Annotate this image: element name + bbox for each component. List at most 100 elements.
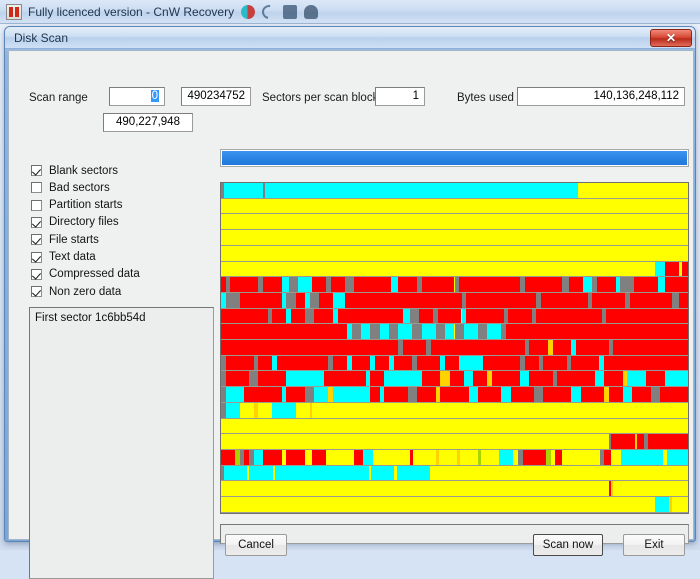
disk-map-row — [221, 497, 688, 513]
close-icon[interactable]: ✕ — [650, 29, 692, 47]
disk-map-segment — [221, 261, 656, 277]
disk-map-segment — [221, 418, 688, 434]
scan-range-total-input[interactable]: 490,227,948 — [103, 113, 193, 132]
scan-range-start-input[interactable]: 0 — [109, 87, 165, 106]
disk-map-row — [221, 245, 688, 262]
checkbox-icon[interactable] — [31, 286, 42, 298]
disk-map-segment — [571, 355, 600, 371]
cancel-button[interactable]: Cancel — [225, 534, 287, 556]
checkbox-icon[interactable] — [31, 251, 42, 263]
disk-map-segment — [429, 465, 688, 481]
disk-map-segment — [319, 292, 334, 308]
disk-map-segment — [438, 449, 458, 465]
disk-map-segment — [463, 324, 478, 340]
option-row-compressed-data[interactable]: Compressed data — [31, 267, 140, 282]
option-row-blank-sectors[interactable]: Blank sectors — [31, 163, 118, 178]
disk-map-segment — [622, 387, 632, 402]
option-row-file-starts[interactable]: File starts — [31, 232, 99, 247]
disk-map-segment — [379, 324, 390, 340]
color-circle-icon[interactable] — [241, 4, 256, 19]
option-row-bad-sectors[interactable]: Bad sectors — [31, 180, 110, 195]
exit-button[interactable]: Exit — [623, 534, 685, 556]
disk-map-segment — [473, 371, 488, 387]
checkbox-icon[interactable] — [31, 199, 42, 211]
disk-map-segment — [417, 387, 436, 402]
scan-range-end-input[interactable]: 490234752 — [181, 87, 251, 106]
disk-map-segment — [225, 371, 249, 387]
disk-map-segment — [529, 371, 553, 387]
sectors-per-block-input[interactable]: 1 — [375, 87, 425, 106]
disk-map-segment — [655, 261, 665, 277]
checkbox-icon[interactable] — [31, 268, 42, 280]
disk-map-segment — [419, 308, 434, 324]
disk-map-segment — [258, 355, 273, 371]
scan-range-label: Scan range — [29, 92, 88, 104]
disk-map-segment — [671, 497, 688, 512]
disk-map-segment — [389, 324, 399, 340]
disk-map-row — [221, 324, 688, 341]
disk-map-segment — [562, 449, 600, 465]
option-row-directory-files[interactable]: Directory files — [31, 215, 119, 230]
disk-map-segment — [421, 371, 441, 387]
disk-map-segment — [613, 340, 688, 355]
disk-map-segment — [681, 261, 688, 277]
undo-icon[interactable] — [259, 1, 279, 22]
disk-map-segment — [678, 292, 688, 308]
disk-map-segment — [351, 324, 362, 340]
disk-map-segment — [298, 277, 313, 292]
disk-map-segment — [312, 402, 688, 418]
option-row-text-data[interactable]: Text data — [31, 250, 96, 265]
disk-map-segment — [397, 465, 430, 481]
disk-map-segment — [561, 277, 569, 292]
disk-map-segment — [263, 449, 282, 465]
disk-map-segment — [596, 277, 616, 292]
disk-map-segment — [305, 449, 313, 465]
disk-map-segment — [552, 340, 572, 355]
checkbox-icon[interactable] — [31, 234, 42, 246]
bytes-used-input[interactable]: 140,136,248,112 — [517, 87, 685, 106]
disk-map-segment — [421, 277, 455, 292]
disk-map-segment — [221, 308, 268, 324]
scan-progress-fill — [222, 151, 687, 165]
document-icon[interactable] — [283, 4, 298, 19]
disk-map-segment — [286, 449, 306, 465]
scan-now-button[interactable]: Scan now — [533, 534, 603, 556]
disk-map-segment — [221, 449, 235, 465]
database-icon[interactable] — [304, 4, 319, 19]
disk-map-segment — [370, 371, 385, 387]
disk-map-segment — [412, 324, 422, 340]
disk-map-segment — [221, 324, 348, 340]
application-title: Fully licenced version - CnW Recovery — [28, 4, 235, 19]
disk-map-segment — [263, 277, 282, 292]
option-row-partition-starts[interactable]: Partition starts — [31, 198, 123, 213]
disk-map-segment — [459, 449, 479, 465]
disk-map-segment — [463, 371, 474, 387]
disk-map-segment — [575, 340, 609, 355]
disk-map-segment — [634, 277, 658, 292]
disk-map-row — [221, 465, 688, 482]
scan-log-box[interactable]: First sector 1c6bb54d — [29, 307, 214, 579]
disk-map-segment — [344, 277, 355, 292]
disk-map-segment — [403, 308, 411, 324]
disk-map-segment — [295, 292, 306, 308]
disk-map-segment — [286, 292, 296, 308]
disk-map-segment — [295, 402, 310, 418]
disk-map-segment — [667, 449, 688, 465]
disk-sector-map[interactable] — [220, 182, 689, 514]
disk-map-segment — [611, 449, 621, 465]
disk-map-segment — [249, 371, 259, 387]
disk-map-segment — [305, 308, 315, 324]
status-field — [220, 524, 689, 544]
disk-map-segment — [288, 277, 299, 292]
option-label: Bad sectors — [49, 181, 110, 194]
disk-map-segment — [344, 292, 462, 308]
disk-map-segment — [244, 387, 254, 402]
checkbox-icon[interactable] — [31, 165, 42, 176]
disk-map-segment — [608, 387, 623, 402]
disk-map-segment — [351, 355, 371, 371]
checkbox-icon[interactable] — [31, 182, 42, 194]
option-row-non-zero-data[interactable]: Non zero data — [31, 284, 121, 299]
disk-map-segment — [333, 387, 371, 402]
disk-map-segment — [391, 277, 399, 292]
checkbox-icon[interactable] — [31, 216, 42, 228]
